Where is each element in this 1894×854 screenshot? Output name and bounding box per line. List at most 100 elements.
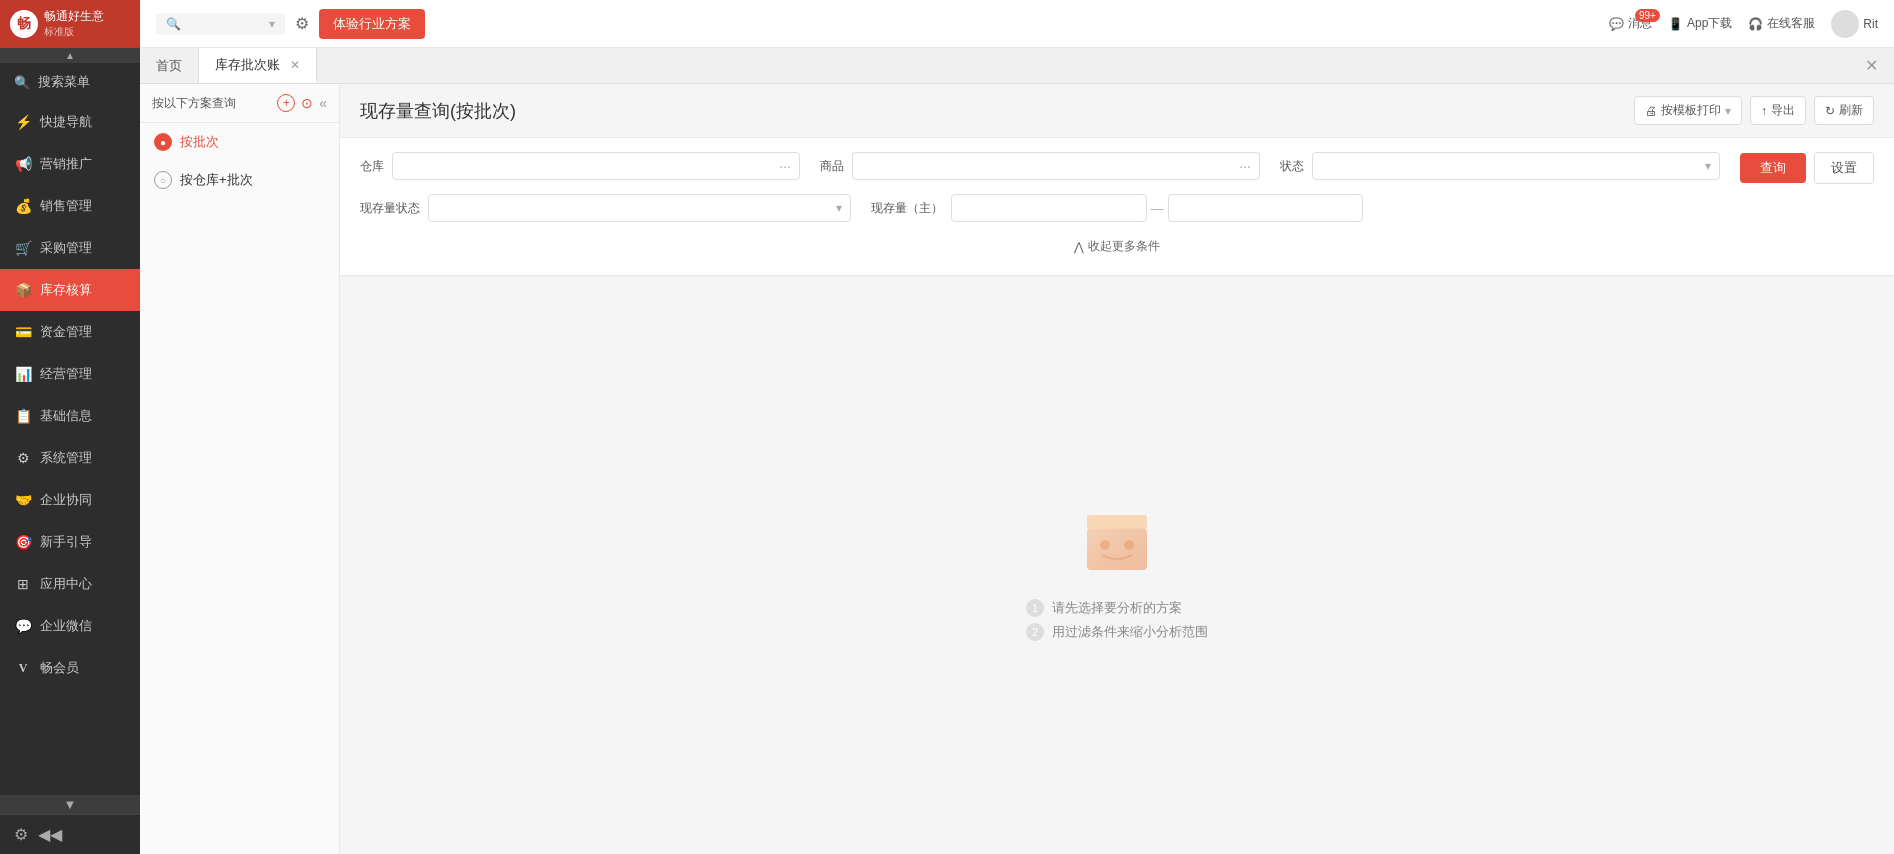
topbar-search-icon: 🔍 bbox=[166, 17, 181, 31]
inventory-amount-to-input[interactable] bbox=[1168, 194, 1363, 222]
topbar-search-chevron-icon[interactable]: ▾ bbox=[269, 17, 275, 31]
sidebar-item-quick-nav[interactable]: ⚡ 快捷导航 bbox=[0, 101, 140, 143]
scheme-item-by-warehouse-batch[interactable]: ○ 按仓库+批次 bbox=[140, 161, 339, 199]
topbar-online-service[interactable]: 🎧 在线客服 bbox=[1748, 15, 1815, 32]
scheme-label: 按批次 bbox=[180, 133, 219, 151]
filter-panel: 按以下方案查询 + ⊙ « ● 按批次 ○ 按仓库+批次 bbox=[140, 84, 340, 854]
tabbar: 首页 库存批次账 ✕ ✕ bbox=[140, 48, 1894, 84]
inventory-status-select[interactable]: ▾ bbox=[428, 194, 851, 222]
topbar-app-download[interactable]: 📱 App下载 bbox=[1668, 15, 1732, 32]
inventory-icon: 📦 bbox=[14, 281, 32, 299]
scheme-item-by-batch[interactable]: ● 按批次 bbox=[140, 123, 339, 161]
collapse-panel-icon[interactable]: « bbox=[319, 95, 327, 111]
apps-icon: ⊞ bbox=[14, 575, 32, 593]
query-button[interactable]: 查询 bbox=[1740, 153, 1806, 183]
topbar-search-input[interactable] bbox=[185, 17, 265, 31]
marketing-icon: 📢 bbox=[14, 155, 32, 173]
empty-tip-2: 2 用过滤条件来缩小分析范围 bbox=[1026, 623, 1208, 641]
tab-home[interactable]: 首页 bbox=[140, 48, 199, 83]
sidebar-item-purchase[interactable]: 🛒 采购管理 bbox=[0, 227, 140, 269]
sidebar-item-sales[interactable]: 💰 销售管理 bbox=[0, 185, 140, 227]
enterprise-icon: 🤝 bbox=[14, 491, 32, 509]
sidebar-search-label: 搜索菜单 bbox=[38, 73, 90, 91]
topbar-search-box[interactable]: 🔍 ▾ bbox=[156, 13, 285, 35]
product-field: 商品 ··· bbox=[820, 152, 1260, 180]
mobile-icon: 📱 bbox=[1668, 17, 1683, 31]
finance-icon: 💳 bbox=[14, 323, 32, 341]
topbar-user[interactable]: Rit bbox=[1831, 10, 1878, 38]
inventory-amount-from-input[interactable] bbox=[951, 194, 1146, 222]
sidebar-item-management[interactable]: 📊 经营管理 bbox=[0, 353, 140, 395]
sidebar-item-app-center[interactable]: ⊞ 应用中心 bbox=[0, 563, 140, 605]
warehouse-more-icon: ··· bbox=[779, 158, 791, 174]
product-input[interactable]: ··· bbox=[852, 152, 1260, 180]
sidebar-item-member[interactable]: V 畅会员 bbox=[0, 647, 140, 689]
wechat-icon: 💬 bbox=[14, 617, 32, 635]
sidebar-item-wechat[interactable]: 💬 企业微信 bbox=[0, 605, 140, 647]
warehouse-input[interactable]: ··· bbox=[392, 152, 800, 180]
tip-2-number: 2 bbox=[1026, 623, 1044, 641]
sidebar-item-label: 库存核算 bbox=[40, 281, 92, 299]
sidebar-item-guide[interactable]: 🎯 新手引导 bbox=[0, 521, 140, 563]
sidebar: 畅 畅通好生意 标准版 ▲ 🔍 搜索菜单 ⚡ 快捷导航 📢 营销推广 💰 销售管… bbox=[0, 0, 140, 854]
app-logo: 畅 bbox=[10, 10, 38, 38]
experience-button[interactable]: 体验行业方案 bbox=[319, 9, 425, 39]
member-icon: V bbox=[14, 659, 32, 677]
headset-icon: 🎧 bbox=[1748, 17, 1763, 31]
refresh-button[interactable]: ↻ 刷新 bbox=[1814, 96, 1874, 125]
product-label: 商品 bbox=[820, 158, 844, 175]
sidebar-item-label: 销售管理 bbox=[40, 197, 92, 215]
collapse-more-button[interactable]: ⋀ 收起更多条件 bbox=[360, 232, 1874, 261]
search-form: 仓库 ··· 商品 ··· 状态 bbox=[340, 138, 1894, 276]
inventory-amount-field: 现存量（主） — bbox=[871, 194, 1362, 222]
sidebar-item-label: 应用中心 bbox=[40, 575, 92, 593]
filter-panel-header: 按以下方案查询 + ⊙ « bbox=[140, 84, 339, 123]
sidebar-item-search[interactable]: 🔍 搜索菜单 bbox=[0, 63, 140, 101]
collapse-sidebar-icon[interactable]: ◀◀ bbox=[38, 825, 62, 844]
sidebar-item-enterprise[interactable]: 🤝 企业协同 bbox=[0, 479, 140, 521]
sidebar-item-label: 采购管理 bbox=[40, 239, 92, 257]
print-button[interactable]: 🖨 按模板打印 ▾ bbox=[1634, 96, 1742, 125]
sidebar-item-label: 经营管理 bbox=[40, 365, 92, 383]
settings-gear-icon[interactable]: ⚙ bbox=[14, 825, 28, 844]
page-header-actions: 🖨 按模板打印 ▾ ↑ 导出 ↻ 刷新 bbox=[1634, 96, 1874, 125]
refresh-label: 刷新 bbox=[1839, 102, 1863, 119]
svg-rect-2 bbox=[1087, 528, 1147, 570]
sales-icon: 💰 bbox=[14, 197, 32, 215]
sidebar-item-label: 新手引导 bbox=[40, 533, 92, 551]
username-label: Rit bbox=[1863, 17, 1878, 31]
sidebar-item-finance[interactable]: 💳 资金管理 bbox=[0, 311, 140, 353]
svg-point-4 bbox=[1124, 540, 1134, 550]
settings-button[interactable]: 设置 bbox=[1814, 152, 1874, 184]
panel-close-button[interactable]: ✕ bbox=[1849, 48, 1894, 83]
sidebar-item-marketing[interactable]: 📢 营销推广 bbox=[0, 143, 140, 185]
topbar-gear-icon[interactable]: ⚙ bbox=[295, 14, 309, 33]
sidebar-item-system[interactable]: ⚙ 系统管理 bbox=[0, 437, 140, 479]
topbar-messages[interactable]: 💬 消息 99+ bbox=[1609, 15, 1652, 32]
status-chevron-icon: ▾ bbox=[1705, 159, 1711, 173]
tip-1-number: 1 bbox=[1026, 599, 1044, 617]
sidebar-scroll-down[interactable]: ▼ bbox=[0, 795, 140, 814]
tab-inventory-batch[interactable]: 库存批次账 ✕ bbox=[199, 48, 317, 83]
sidebar-header: 畅 畅通好生意 标准版 bbox=[0, 0, 140, 48]
warehouse-field: 仓库 ··· bbox=[360, 152, 800, 180]
export-button[interactable]: ↑ 导出 bbox=[1750, 96, 1806, 125]
status-field: 状态 ▾ bbox=[1280, 152, 1720, 180]
info-icon: 📋 bbox=[14, 407, 32, 425]
print-chevron-icon: ▾ bbox=[1725, 104, 1731, 118]
tab-close-icon[interactable]: ✕ bbox=[290, 58, 300, 72]
sidebar-item-inventory[interactable]: 📦 库存核算 bbox=[0, 269, 140, 311]
guide-icon: 🎯 bbox=[14, 533, 32, 551]
search-row-1: 仓库 ··· 商品 ··· 状态 bbox=[360, 152, 1874, 184]
print-icon: 🖨 bbox=[1645, 104, 1657, 118]
add-scheme-button[interactable]: + bbox=[277, 94, 295, 112]
app-info: 畅通好生意 标准版 bbox=[44, 9, 104, 39]
sidebar-scroll-up[interactable]: ▲ bbox=[0, 48, 140, 63]
status-select[interactable]: ▾ bbox=[1312, 152, 1720, 180]
scheme-settings-icon[interactable]: ⊙ bbox=[301, 95, 313, 111]
status-label: 状态 bbox=[1280, 158, 1304, 175]
sidebar-item-basic-info[interactable]: 📋 基础信息 bbox=[0, 395, 140, 437]
sidebar-item-label: 企业微信 bbox=[40, 617, 92, 635]
messages-badge: 99+ bbox=[1635, 9, 1660, 22]
sidebar-item-label: 营销推广 bbox=[40, 155, 92, 173]
